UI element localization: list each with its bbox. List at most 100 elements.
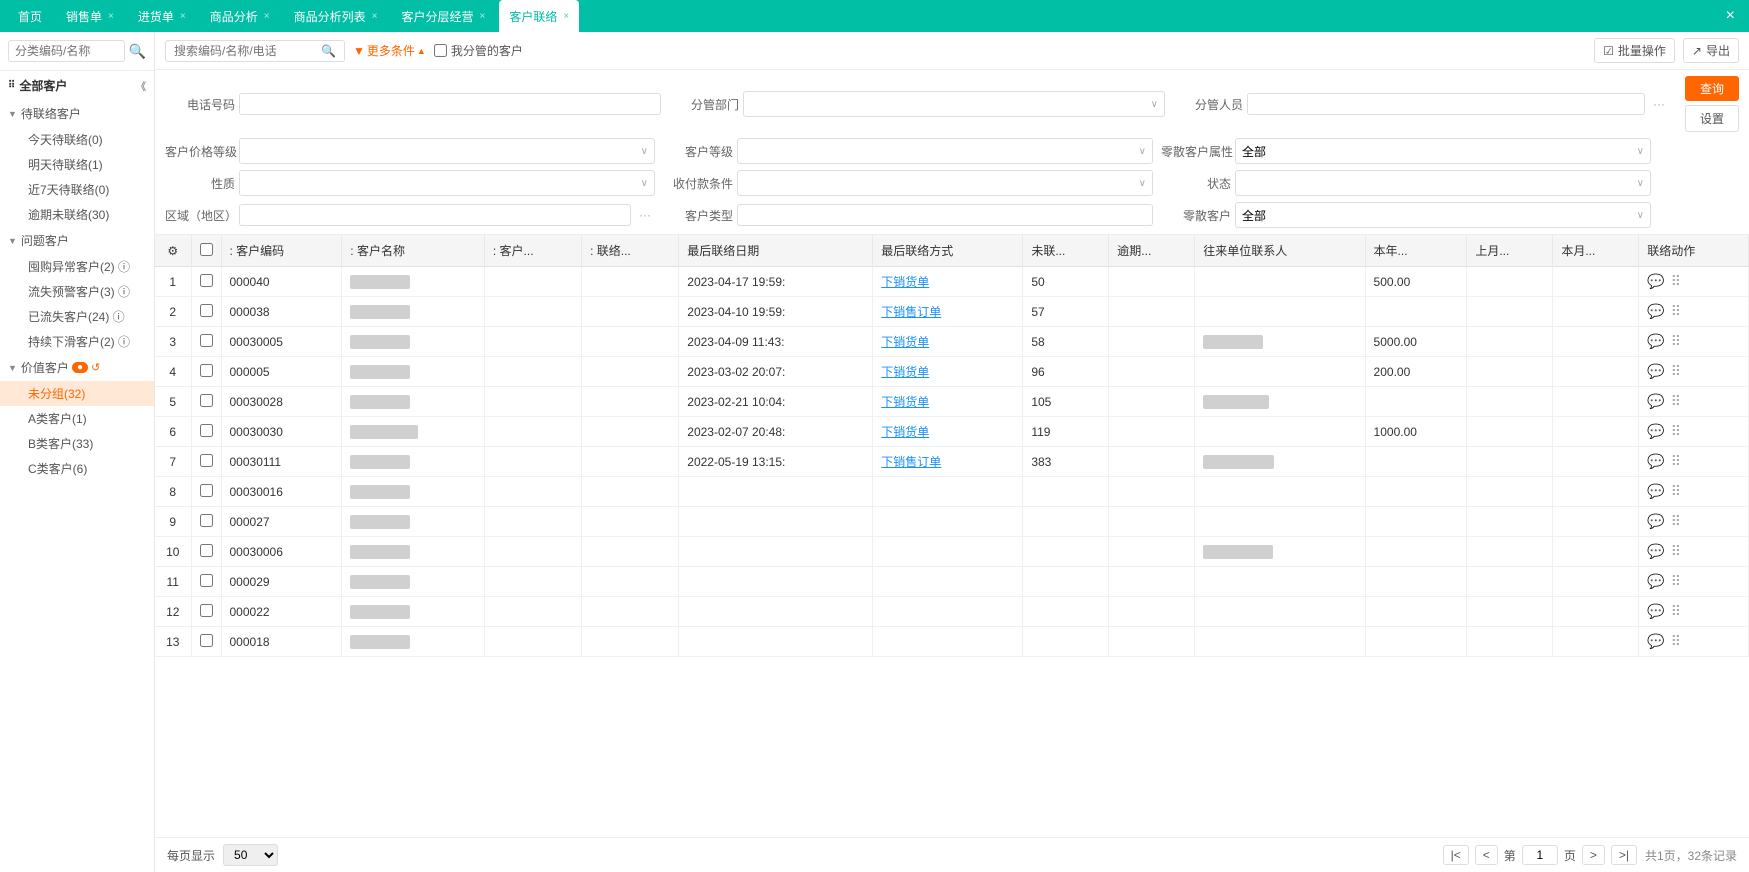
chat-icon[interactable]: 💬 bbox=[1647, 573, 1664, 590]
first-page-btn[interactable]: |< bbox=[1443, 845, 1469, 865]
grid-action-icon[interactable]: ⠿ bbox=[1671, 363, 1681, 380]
grid-action-icon[interactable]: ⠿ bbox=[1671, 543, 1681, 560]
chat-icon[interactable]: 💬 bbox=[1647, 333, 1664, 350]
page-input[interactable] bbox=[1522, 845, 1558, 865]
td-checkbox[interactable] bbox=[191, 537, 221, 567]
nav-sales[interactable]: 销售单 × bbox=[56, 0, 124, 32]
sidebar-item-7days[interactable]: 近7天待联络(0) bbox=[0, 177, 154, 202]
reset-button[interactable]: 设置 bbox=[1685, 105, 1739, 132]
search-box[interactable]: 🔍 bbox=[165, 40, 345, 62]
category-search-input[interactable] bbox=[8, 40, 125, 62]
grid-action-icon[interactable]: ⠿ bbox=[1671, 423, 1681, 440]
payment-select[interactable]: ∨ bbox=[737, 170, 1153, 196]
close-pal-icon[interactable]: × bbox=[372, 11, 378, 22]
grid-action-icon[interactable]: ⠿ bbox=[1671, 273, 1681, 290]
sidebar-item-overdue[interactable]: 逾期未联络(30) bbox=[0, 202, 154, 227]
nav-purchase[interactable]: 进货单 × bbox=[128, 0, 196, 32]
td-checkbox[interactable] bbox=[191, 267, 221, 297]
nav-home[interactable]: 首页 bbox=[8, 0, 52, 32]
td-checkbox[interactable] bbox=[191, 417, 221, 447]
td-checkbox[interactable] bbox=[191, 357, 221, 387]
close-ct-icon[interactable]: × bbox=[479, 11, 485, 22]
sidebar-item-ungroupe[interactable]: 未分组(32) bbox=[0, 381, 154, 406]
query-button[interactable]: 查询 bbox=[1685, 76, 1739, 101]
chat-icon[interactable]: 💬 bbox=[1647, 393, 1664, 410]
price-level-select[interactable]: ∨ bbox=[239, 138, 655, 164]
sidebar-item-abnormal[interactable]: 囤购异常客户(2) ⓘ bbox=[0, 254, 154, 279]
region-input[interactable] bbox=[239, 204, 631, 226]
select-all-checkbox[interactable] bbox=[200, 243, 213, 256]
th-gear[interactable]: ⚙ bbox=[155, 235, 191, 267]
close-sales-icon[interactable]: × bbox=[108, 11, 114, 22]
main-search-input[interactable] bbox=[174, 44, 317, 58]
pending-contact-section[interactable]: ▼ 待联络客户 bbox=[0, 100, 154, 127]
my-customers-checkbox[interactable] bbox=[434, 44, 447, 57]
td-checkbox[interactable] bbox=[191, 477, 221, 507]
main-search-icon[interactable]: 🔍 bbox=[321, 44, 336, 58]
chat-icon[interactable]: 💬 bbox=[1647, 423, 1664, 440]
more-conditions-btn[interactable]: ▼ 更多条件 ▲ bbox=[353, 42, 426, 59]
nav-product-analysis[interactable]: 商品分析 × bbox=[200, 0, 280, 32]
chat-icon[interactable]: 💬 bbox=[1647, 453, 1664, 470]
batch-op-btn[interactable]: ☑ 批量操作 bbox=[1594, 38, 1675, 63]
nav-product-analysis-list[interactable]: 商品分析列表 × bbox=[284, 0, 388, 32]
sidebar-item-declining[interactable]: 持续下滑客户(2) ⓘ bbox=[0, 329, 154, 354]
td-checkbox[interactable] bbox=[191, 597, 221, 627]
td-checkbox[interactable] bbox=[191, 387, 221, 417]
nature-select[interactable]: ∨ bbox=[239, 170, 655, 196]
td-checkbox[interactable] bbox=[191, 447, 221, 477]
category-search-icon[interactable]: 🔍 bbox=[129, 43, 146, 60]
problem-customers-section[interactable]: ▼ 问题客户 bbox=[0, 227, 154, 254]
td-checkbox[interactable] bbox=[191, 327, 221, 357]
sidebar-item-class-a[interactable]: A类客户(1) bbox=[0, 406, 154, 431]
person-input[interactable] bbox=[1247, 93, 1645, 115]
sidebar-item-churn-warning[interactable]: 流失预警客户(3) ⓘ bbox=[0, 279, 154, 304]
chat-icon[interactable]: 💬 bbox=[1647, 303, 1664, 320]
sidebar-item-class-b[interactable]: B类客户(33) bbox=[0, 431, 154, 456]
prev-page-btn[interactable]: < bbox=[1475, 845, 1498, 865]
all-customers-header[interactable]: ⠿ 全部客户 《 bbox=[0, 71, 154, 100]
sidebar-item-today[interactable]: 今天待联络(0) bbox=[0, 127, 154, 152]
td-checkbox[interactable] bbox=[191, 507, 221, 537]
grid-action-icon[interactable]: ⠿ bbox=[1671, 303, 1681, 320]
grid-action-icon[interactable]: ⠿ bbox=[1671, 573, 1681, 590]
phone-input[interactable] bbox=[239, 93, 661, 115]
grid-action-icon[interactable]: ⠿ bbox=[1671, 393, 1681, 410]
customer-level-select[interactable]: ∨ bbox=[737, 138, 1153, 164]
dept-select[interactable]: ∨ bbox=[743, 91, 1165, 117]
grid-action-icon[interactable]: ⠿ bbox=[1671, 483, 1681, 500]
close-all-button[interactable]: × bbox=[1720, 7, 1741, 25]
close-cc-icon[interactable]: × bbox=[563, 11, 569, 22]
chat-icon[interactable]: 💬 bbox=[1647, 543, 1664, 560]
close-purchase-icon[interactable]: × bbox=[180, 11, 186, 22]
nav-customer-tier[interactable]: 客户分层经营 × bbox=[391, 0, 495, 32]
last-page-btn[interactable]: >| bbox=[1611, 845, 1637, 865]
grid-action-icon[interactable]: ⠿ bbox=[1671, 333, 1681, 350]
customer-type-input[interactable] bbox=[737, 204, 1153, 226]
scattered-select[interactable]: 全部 ∨ bbox=[1235, 202, 1651, 228]
td-checkbox[interactable] bbox=[191, 297, 221, 327]
status-select[interactable]: ∨ bbox=[1235, 170, 1651, 196]
td-checkbox[interactable] bbox=[191, 567, 221, 597]
sidebar-item-class-c[interactable]: C类客户(6) bbox=[0, 456, 154, 481]
chat-icon[interactable]: 💬 bbox=[1647, 513, 1664, 530]
region-dots-btn[interactable]: ··· bbox=[635, 208, 655, 222]
sidebar-item-churned[interactable]: 已流失客户(24) ⓘ bbox=[0, 304, 154, 329]
export-btn[interactable]: ↗ 导出 bbox=[1683, 38, 1739, 63]
chat-icon[interactable]: 💬 bbox=[1647, 483, 1664, 500]
grid-action-icon[interactable]: ⠿ bbox=[1671, 633, 1681, 650]
td-checkbox[interactable] bbox=[191, 627, 221, 657]
nav-customer-contact[interactable]: 客户联络 × bbox=[499, 0, 579, 32]
grid-action-icon[interactable]: ⠿ bbox=[1671, 453, 1681, 470]
value-customers-section[interactable]: ▼ 价值客户 ● ↺ bbox=[0, 354, 154, 381]
th-checkbox[interactable] bbox=[191, 235, 221, 267]
sidebar-item-tomorrow[interactable]: 明天待联络(1) bbox=[0, 152, 154, 177]
page-size-select[interactable]: 50 100 200 bbox=[223, 844, 278, 866]
chat-icon[interactable]: 💬 bbox=[1647, 603, 1664, 620]
close-pa-icon[interactable]: × bbox=[264, 11, 270, 22]
refresh-icon[interactable]: ↺ bbox=[91, 361, 100, 374]
person-dots-btn[interactable]: ··· bbox=[1649, 97, 1669, 111]
chat-icon[interactable]: 💬 bbox=[1647, 633, 1664, 650]
next-page-btn[interactable]: > bbox=[1582, 845, 1605, 865]
chat-icon[interactable]: 💬 bbox=[1647, 363, 1664, 380]
